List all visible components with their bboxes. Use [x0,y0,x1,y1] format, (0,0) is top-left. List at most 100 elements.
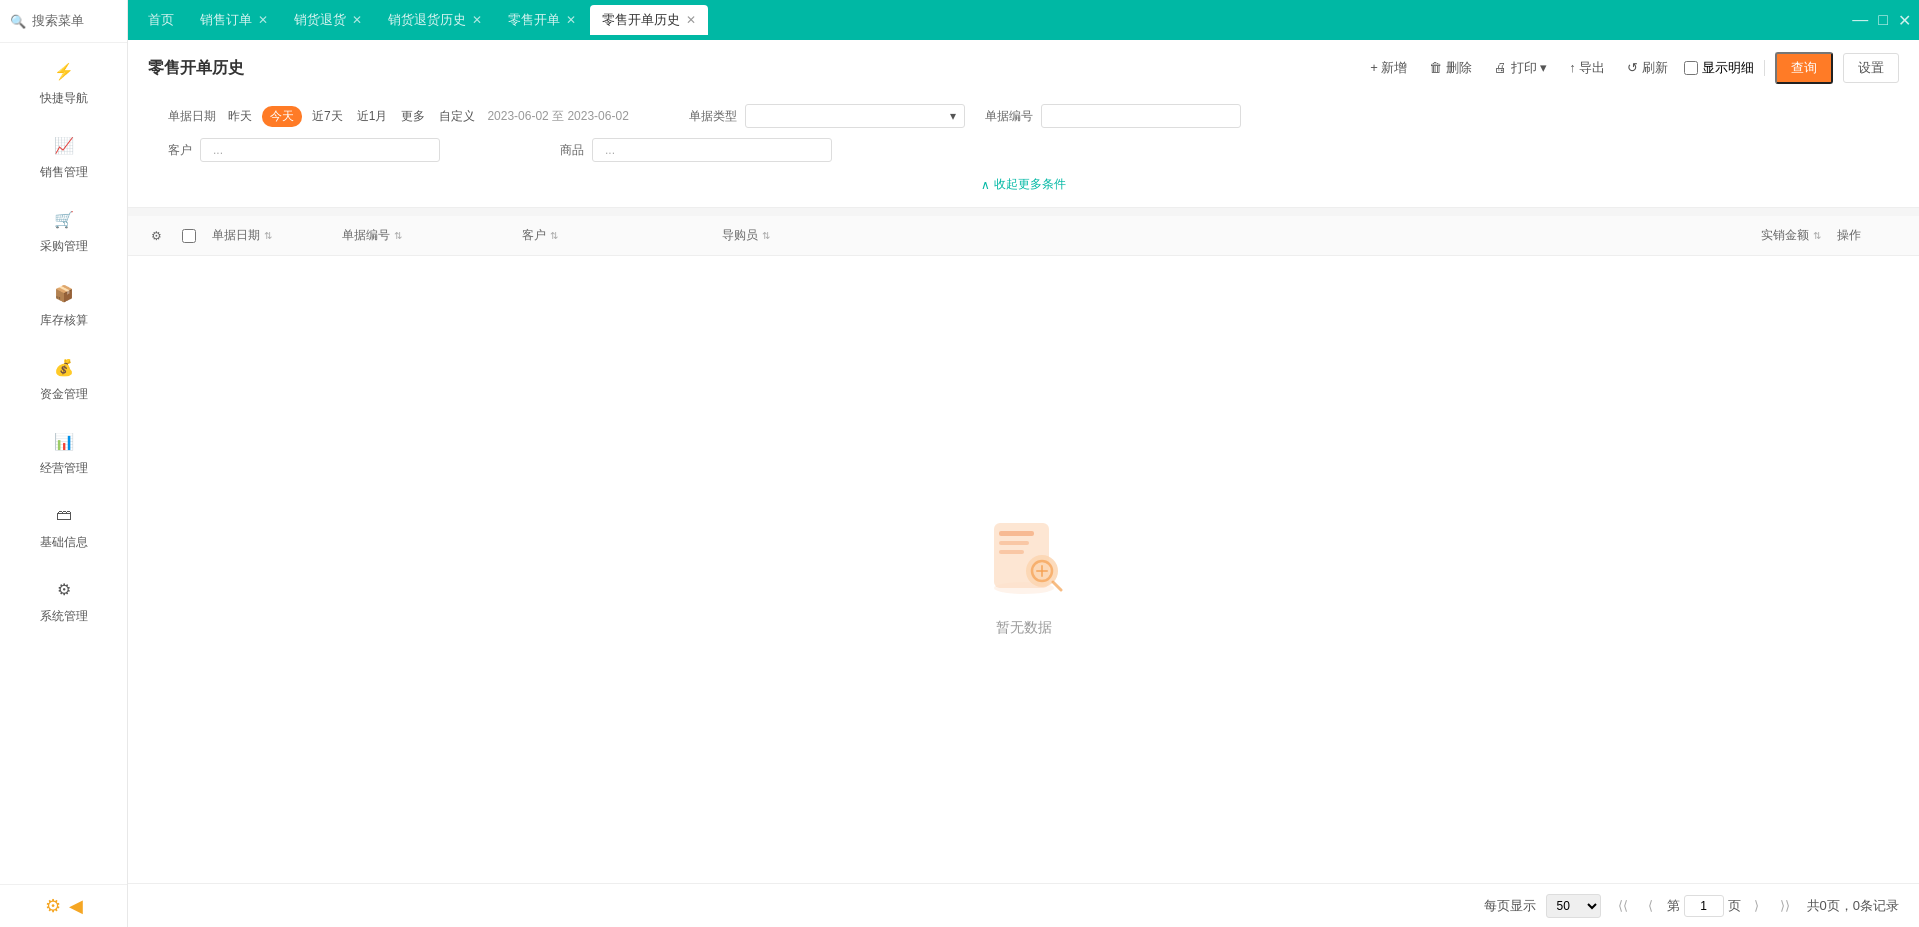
tab-retail-open-history[interactable]: 零售开单历史 ✕ [590,5,708,35]
window-close-icon[interactable]: ✕ [1898,11,1911,30]
date-more[interactable]: 更多 [397,106,429,127]
table-select-all-checkbox[interactable] [182,229,196,243]
delete-button[interactable]: 🗑 删除 [1423,55,1478,81]
customer-select[interactable]: ... [200,138,440,162]
svg-rect-4 [999,550,1024,554]
sidebar-item-sys-mgmt[interactable]: ⚙ 系统管理 [0,561,127,635]
date-today[interactable]: 今天 [262,106,302,127]
sidebar-item-label: 基础信息 [40,534,88,551]
collapse-sidebar-icon[interactable]: ◀ [69,895,83,917]
window-restore-icon[interactable]: □ [1878,11,1888,29]
operations-icon: 📊 [50,427,78,455]
refresh-button[interactable]: ↺ 刷新 [1621,55,1674,81]
bill-type-select[interactable]: ▾ [745,104,965,128]
query-button[interactable]: 查询 [1775,52,1833,84]
table-amount-col[interactable]: 实销金额 ⇅ [1709,227,1829,244]
sidebar-item-basic-info[interactable]: 🗃 基础信息 [0,487,127,561]
date-last7[interactable]: 近7天 [308,106,347,127]
tab-retail-open[interactable]: 零售开单 ✕ [496,5,588,35]
table-date-label: 单据日期 [212,227,260,244]
prev-page-button[interactable]: ⟨ [1639,894,1663,918]
table-number-col[interactable]: 单据编号 ⇅ [334,227,514,244]
sidebar-item-inventory[interactable]: 📦 库存核算 [0,265,127,339]
goods-select[interactable]: ... [592,138,832,162]
tab-sales-return[interactable]: 销货退货 ✕ [282,5,374,35]
new-button[interactable]: + 新增 [1364,55,1413,81]
display-detail-toggle[interactable]: 显示明细 [1684,59,1754,77]
table-wrapper: ⚙ 单据日期 ⇅ 单据编号 ⇅ 客户 ⇅ 导购员 [128,216,1919,883]
tab-sales-return-history-close[interactable]: ✕ [472,13,482,27]
sidebar-item-sales-mgmt[interactable]: 📈 销售管理 [0,117,127,191]
table-checkbox-col[interactable] [174,229,204,243]
tab-sales-return-history[interactable]: 销货退货历史 ✕ [376,5,494,35]
tab-retail-open-close[interactable]: ✕ [566,13,576,27]
bill-number-label: 单据编号 [985,108,1033,125]
filter-area: 单据日期 昨天 今天 近7天 近1月 更多 自定义 2023-06-02 至 2… [148,94,1899,207]
settings-button[interactable]: 设置 [1843,53,1899,83]
date-last-month[interactable]: 近1月 [353,106,392,127]
next-page-button[interactable]: ⟩ [1745,894,1769,918]
total-records-text: 共0页，0条记录 [1807,897,1899,915]
filter-date: 单据日期 昨天 今天 近7天 近1月 更多 自定义 2023-06-02 至 2… [168,106,629,127]
collapse-filter-row[interactable]: ∧ 收起更多条件 [168,172,1879,197]
per-page-select[interactable]: 50 10 20 100 [1546,894,1601,918]
tab-sales-return-history-label: 销货退货历史 [388,11,466,29]
tab-sales-return-label: 销货退货 [294,11,346,29]
date-sort-icon: ⇅ [264,230,272,241]
date-custom[interactable]: 自定义 [435,106,479,127]
column-settings-icon[interactable]: ⚙ [151,229,162,243]
bill-type-label: 单据类型 [689,108,737,125]
tab-bar-controls: — □ ✕ [1852,11,1911,30]
window-minimize-icon[interactable]: — [1852,11,1868,29]
table-customer-col[interactable]: 客户 ⇅ [514,227,714,244]
tab-bar: 首页 销售订单 ✕ 销货退货 ✕ 销货退货历史 ✕ 零售开单 ✕ 零售开单历史 … [128,0,1919,40]
page-input[interactable] [1684,895,1724,917]
date-yesterday[interactable]: 昨天 [224,106,256,127]
tab-sales-order-close[interactable]: ✕ [258,13,268,27]
toolbar-divider [1764,60,1765,76]
svg-rect-3 [999,541,1029,545]
customer-sort-icon: ⇅ [550,230,558,241]
page-suffix: 页 [1728,897,1741,915]
display-detail-label: 显示明细 [1702,59,1754,77]
sidebar-item-label: 销售管理 [40,164,88,181]
export-button[interactable]: ↑ 导出 [1563,55,1611,81]
first-page-button[interactable]: ⟨⟨ [1611,894,1635,918]
tab-retail-open-history-close[interactable]: ✕ [686,13,696,27]
customer-label: 客户 [168,142,192,159]
tab-retail-open-history-label: 零售开单历史 [602,11,680,29]
table-salesperson-label: 导购员 [722,227,758,244]
sidebar-item-purchase-mgmt[interactable]: 🛒 采购管理 [0,191,127,265]
sidebar-item-label: 快捷导航 [40,90,88,107]
table-header: ⚙ 单据日期 ⇅ 单据编号 ⇅ 客户 ⇅ 导购员 [128,216,1919,256]
sidebar-item-quick-nav[interactable]: ⚡ 快捷导航 [0,43,127,117]
print-button[interactable]: 🖨 打印 ▾ [1488,55,1553,81]
tab-home[interactable]: 首页 [136,5,186,35]
last-page-button[interactable]: ⟩⟩ [1773,894,1797,918]
sidebar-item-label: 库存核算 [40,312,88,329]
table-date-col[interactable]: 单据日期 ⇅ [204,227,334,244]
page-content: 零售开单历史 + 新增 🗑 删除 🖨 打印 ▾ ↑ 导出 ↺ 刷新 显示明细 查… [128,40,1919,927]
bill-number-input[interactable] [1041,104,1241,128]
inventory-icon: 📦 [50,279,78,307]
sidebar-item-finance[interactable]: 💰 资金管理 [0,339,127,413]
display-detail-checkbox[interactable] [1684,61,1698,75]
date-filter-label: 单据日期 [168,108,216,125]
empty-state-icon [974,503,1074,603]
sidebar-item-operations[interactable]: 📊 经营管理 [0,413,127,487]
tab-sales-order[interactable]: 销售订单 ✕ [188,5,280,35]
date-shortcuts: 昨天 今天 近7天 近1月 更多 自定义 [224,106,479,127]
tab-home-label: 首页 [148,11,174,29]
table-settings-col[interactable]: ⚙ [138,229,174,243]
settings-bottom-icon[interactable]: ⚙ [45,895,61,917]
sidebar-search-label: 搜索菜单 [32,12,84,30]
sidebar-item-label: 经营管理 [40,460,88,477]
collapse-up-icon: ∧ [981,178,990,192]
sidebar: 🔍 搜索菜单 ⚡ 快捷导航 📈 销售管理 🛒 采购管理 📦 库存核算 💰 资金管… [0,0,128,927]
table-number-label: 单据编号 [342,227,390,244]
sidebar-search[interactable]: 🔍 搜索菜单 [0,0,127,43]
finance-icon: 💰 [50,353,78,381]
tab-sales-return-close[interactable]: ✕ [352,13,362,27]
date-range-display: 2023-06-02 至 2023-06-02 [487,108,628,125]
table-salesperson-col[interactable]: 导购员 ⇅ [714,227,834,244]
